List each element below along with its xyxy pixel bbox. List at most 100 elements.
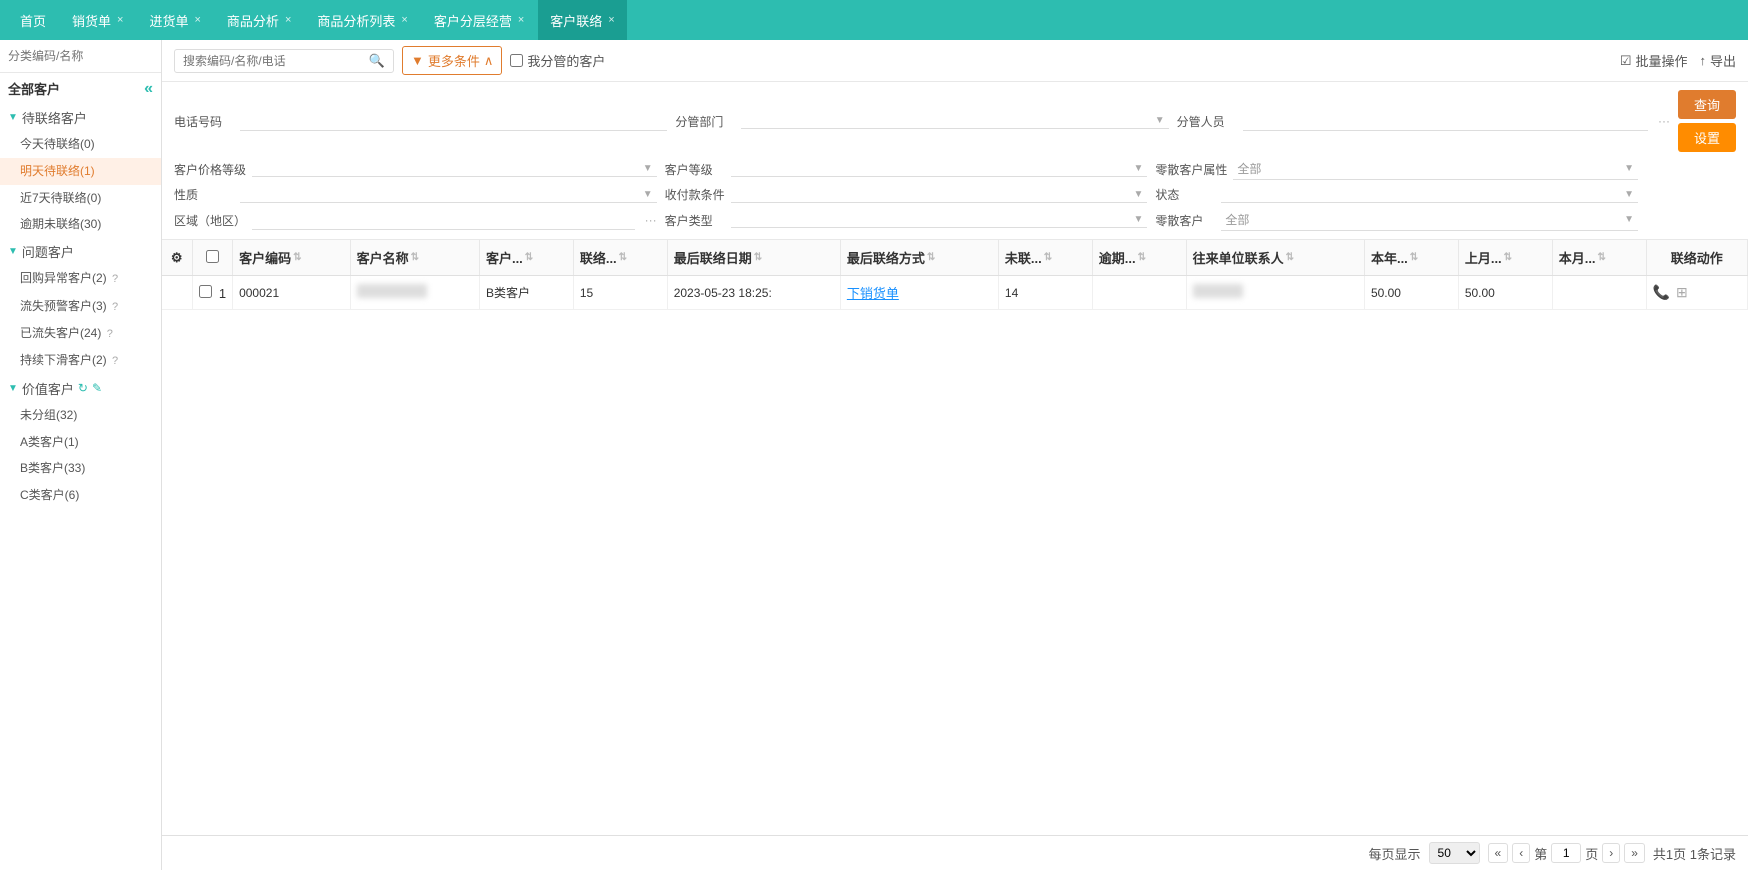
chevron-down-icon: ▼ <box>1155 115 1165 126</box>
query-button[interactable]: 查询 <box>1678 90 1736 119</box>
my-customers-checkbox[interactable] <box>510 54 523 67</box>
filter-row-4: 区域（地区） ··· 客户类型 ▼ 零散客户 全部 <box>174 209 1736 231</box>
nav-item-analysis[interactable]: 商品分析 × <box>215 0 303 40</box>
edit-icon[interactable]: ✎ <box>92 381 102 395</box>
phone-icon[interactable]: 📞 <box>1653 284 1670 301</box>
filter-more-btn[interactable]: ▼ 更多条件 ∧ <box>402 46 502 75</box>
filter-row-1: 电话号码 分管部门 ▼ 分管人员 <box>174 90 1736 152</box>
sidebar-group-value[interactable]: ▼ 价值客户 ↻ ✎ <box>0 375 161 402</box>
select-all-checkbox[interactable] <box>206 250 219 263</box>
sort-icon[interactable]: ⇅ <box>1598 252 1606 263</box>
next-page-btn[interactable]: › <box>1602 843 1620 863</box>
table-footer: 每页显示 50 100 200 « ‹ 第 页 › » 共1页 1条记录 <box>162 835 1748 870</box>
sidebar-item-ungrouped[interactable]: 未分组(32) <box>0 402 161 429</box>
filter-customer-level: 客户等级 ▼ <box>665 161 1148 178</box>
col-code: 客户编码⇅ <box>233 240 351 276</box>
sort-icon[interactable]: ⇅ <box>927 252 935 263</box>
chevron-down-icon: ▼ <box>643 163 653 174</box>
nav-item-purchase[interactable]: 进货单 × <box>137 0 212 40</box>
filter-customer-level-select[interactable]: ▼ <box>731 161 1148 177</box>
col-contact: 联络...⇅ <box>573 240 667 276</box>
close-icon[interactable]: × <box>401 14 407 26</box>
table-header-row: ⚙ 客户编码⇅ 客户名称⇅ 客户...⇅ <box>162 240 1748 276</box>
export-button[interactable]: ↑ 导出 <box>1699 51 1736 70</box>
row-checkbox[interactable] <box>199 285 212 298</box>
sidebar-search-input[interactable] <box>8 49 162 63</box>
filter-retail-attr-select[interactable]: 全部 ▼ <box>1233 158 1638 180</box>
close-icon[interactable]: × <box>285 14 291 26</box>
sort-icon[interactable]: ⇅ <box>619 252 627 263</box>
filter-dept-select[interactable]: ▼ <box>741 113 1168 129</box>
sidebar-all-customers[interactable]: 全部客户 « <box>0 73 161 104</box>
cell-last-month: 50.00 <box>1458 276 1552 310</box>
sidebar-item-overdue[interactable]: 逾期未联络(30) <box>0 211 161 238</box>
last-method-link[interactable]: 下销货单 <box>847 286 899 301</box>
sidebar-search-bar: 🔍 <box>0 40 161 73</box>
per-page-select[interactable]: 50 100 200 <box>1429 842 1480 864</box>
sort-icon[interactable]: ⇅ <box>754 252 762 263</box>
filter-manager-dots[interactable]: ··· <box>1658 114 1670 128</box>
sidebar-item-churned[interactable]: 已流失客户(24) ? <box>0 320 161 347</box>
last-page-btn[interactable]: » <box>1624 843 1645 863</box>
main-layout: 🔍 全部客户 « ▼ 待联络客户 今天待联络(0) 明天待联络(1) 近7天待联… <box>0 40 1748 870</box>
grid-icon[interactable]: ⊞ <box>1676 284 1688 301</box>
search-icon[interactable]: 🔍 <box>369 53 385 69</box>
filter-region-input[interactable] <box>256 213 631 227</box>
prev-page-btn[interactable]: ‹ <box>1512 843 1530 863</box>
filter-nature-select[interactable]: ▼ <box>240 187 657 203</box>
my-customers-toggle[interactable]: 我分管的客户 <box>510 51 605 70</box>
sidebar-item-a-class[interactable]: A类客户(1) <box>0 429 161 456</box>
sort-icon[interactable]: ⇅ <box>1044 252 1052 263</box>
close-icon[interactable]: × <box>518 14 524 26</box>
close-icon[interactable]: × <box>117 14 123 26</box>
nav-item-customer-ops[interactable]: 客户分层经营 × <box>422 0 536 40</box>
sidebar-group-pending[interactable]: ▼ 待联络客户 <box>0 104 161 131</box>
sort-icon[interactable]: ⇅ <box>411 252 419 263</box>
filter-price-level-select[interactable]: ▼ <box>252 161 657 177</box>
filter-region-dots[interactable]: ··· <box>645 213 657 227</box>
sidebar-item-tomorrow[interactable]: 明天待联络(1) <box>0 158 161 185</box>
filter-payment: 收付款条件 ▼ <box>665 186 1148 203</box>
sidebar-group-problem[interactable]: ▼ 问题客户 <box>0 238 161 265</box>
first-page-btn[interactable]: « <box>1488 843 1509 863</box>
sort-icon[interactable]: ⇅ <box>1504 252 1512 263</box>
sidebar-item-7days[interactable]: 近7天待联络(0) <box>0 185 161 212</box>
nav-item-home[interactable]: 首页 <box>8 0 58 40</box>
filter-customer-type-select[interactable]: ▼ <box>731 212 1148 228</box>
sort-icon[interactable]: ⇅ <box>1410 252 1418 263</box>
sidebar-item-today[interactable]: 今天待联络(0) <box>0 131 161 158</box>
col-this-year: 本年...⇅ <box>1364 240 1458 276</box>
close-icon[interactable]: × <box>608 14 614 26</box>
toolbar-search-bar: 🔍 <box>174 49 394 73</box>
nav-item-sales[interactable]: 销货单 × <box>60 0 135 40</box>
filter-manager-input[interactable] <box>1247 114 1644 128</box>
sidebar-item-churn-warning[interactable]: 流失预警客户(3) ? <box>0 293 161 320</box>
close-icon[interactable]: × <box>194 14 200 26</box>
sort-icon[interactable]: ⇅ <box>293 252 301 263</box>
refresh-icon[interactable]: ↻ <box>78 381 88 395</box>
sidebar-item-c-class[interactable]: C类客户(6) <box>0 482 161 509</box>
sort-icon[interactable]: ⇅ <box>1286 252 1294 263</box>
sidebar-item-b-class[interactable]: B类客户(33) <box>0 455 161 482</box>
sort-icon[interactable]: ⇅ <box>525 252 533 263</box>
filter-status-select[interactable]: ▼ <box>1221 187 1638 203</box>
nav-item-analysis-list[interactable]: 商品分析列表 × <box>305 0 419 40</box>
cell-this-month <box>1552 276 1646 310</box>
sidebar-item-declining[interactable]: 持续下滑客户(2) ? <box>0 347 161 374</box>
collapse-icon[interactable]: « <box>144 80 153 98</box>
bulk-op-button[interactable]: ☑ 批量操作 <box>1620 51 1688 70</box>
sort-icon[interactable]: ⇅ <box>1138 252 1146 263</box>
set-button[interactable]: 设置 <box>1678 123 1736 152</box>
filter-customer-type: 客户类型 ▼ <box>665 212 1148 229</box>
page-input[interactable] <box>1551 843 1581 863</box>
filter-payment-select[interactable]: ▼ <box>731 187 1148 203</box>
filter-row-3: 性质 ▼ 收付款条件 ▼ 状态 <box>174 186 1736 203</box>
help-icon: ? <box>112 355 118 367</box>
nav-item-customer-contact[interactable]: 客户联络 × <box>538 0 626 40</box>
col-last-date: 最后联络日期⇅ <box>667 240 840 276</box>
gear-icon[interactable]: ⚙ <box>171 250 183 265</box>
filter-retail-customer-select[interactable]: 全部 ▼ <box>1221 209 1638 231</box>
search-input[interactable] <box>183 54 365 68</box>
filter-phone-input[interactable] <box>244 114 663 128</box>
sidebar-item-abnormal-repurchase[interactable]: 回购异常客户(2) ? <box>0 265 161 292</box>
